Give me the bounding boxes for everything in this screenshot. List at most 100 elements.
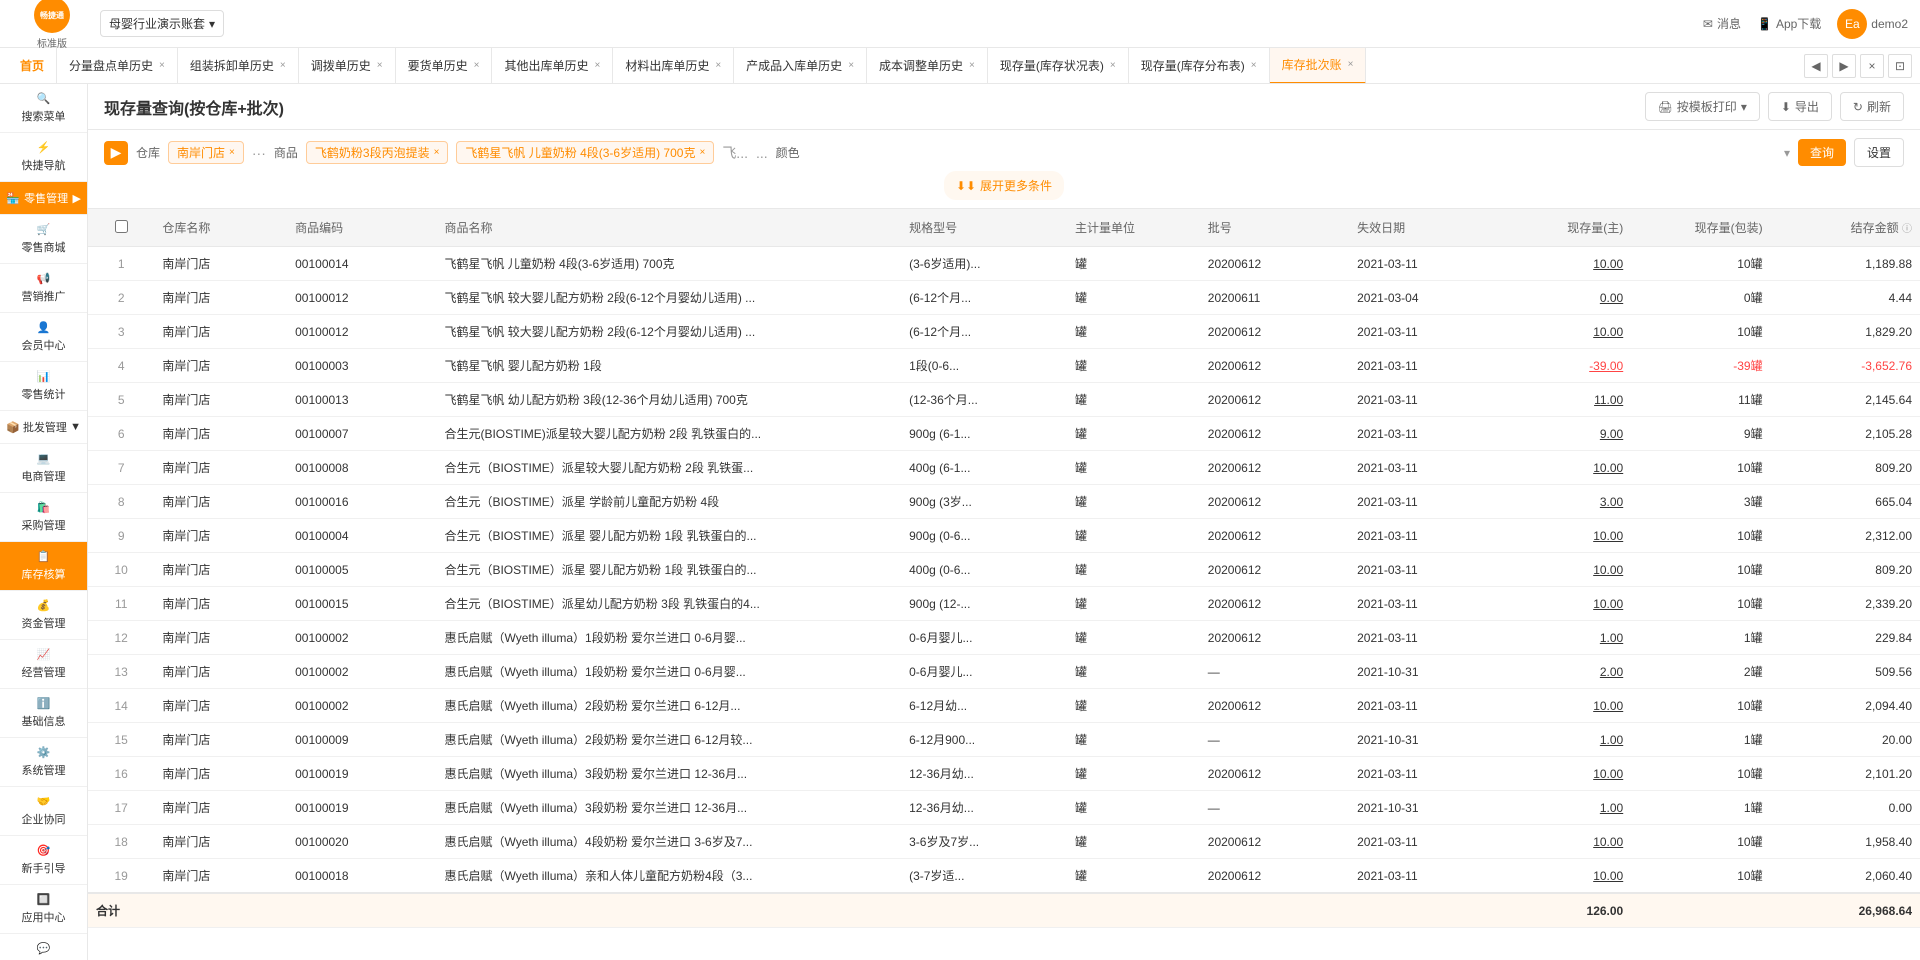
cell-batch: 20200612 [1200, 247, 1349, 281]
tab-yaohuo[interactable]: 要货单历史 × [396, 48, 493, 84]
filter-arrow-btn[interactable]: ▶ [104, 141, 128, 165]
sidebar-item-system[interactable]: ⚙️ 系统管理 [0, 738, 87, 787]
close-icon[interactable]: × [969, 60, 975, 71]
close-icon[interactable]: × [377, 60, 383, 71]
tab-fenliangpandian[interactable]: 分量盘点单历史 × [57, 48, 178, 84]
expand-label: 展开更多条件 [980, 177, 1052, 194]
finance-icon: 💰 [37, 599, 51, 612]
tab-cbtz[interactable]: 成本调整单历史 × [867, 48, 988, 84]
cell-code: 00100012 [287, 315, 436, 349]
sidebar-item-retail-stats[interactable]: 📊 零售统计 [0, 362, 87, 411]
sidebar-label: 营销推广 [22, 288, 66, 304]
cell-expire: 2021-03-11 [1349, 417, 1498, 451]
cell-warehouse: 南岸门店 [154, 281, 287, 315]
settings-label: 设置 [1867, 144, 1891, 161]
tab-zuzhuang[interactable]: 组装拆卸单历史 × [178, 48, 299, 84]
sidebar-item-quicknav[interactable]: ⚡ 快捷导航 [0, 133, 87, 182]
mall-icon: 🛒 [37, 223, 51, 236]
cell-expire: 2021-03-11 [1349, 383, 1498, 417]
sidebar-item-purchase[interactable]: 🛍️ 采购管理 [0, 493, 87, 542]
sidebar-item-mall[interactable]: 🛒 零售商城 [0, 215, 87, 264]
sidebar-item-inventory[interactable]: 📋 库存核算 [0, 542, 87, 591]
tab-diaob[interactable]: 调拨单历史 × [299, 48, 396, 84]
table-row: 17 南岸门店 00100019 惠氏启赋（Wyeth illuma）3段奶粉 … [88, 791, 1920, 825]
tab-close-btn[interactable]: × [1860, 54, 1884, 78]
export-btn[interactable]: ⬇ 导出 [1768, 92, 1832, 121]
tab-home[interactable]: 首页 [8, 48, 57, 84]
product-remove-1[interactable]: × [434, 147, 440, 158]
sidebar-item-management[interactable]: 📈 经营管理 [0, 640, 87, 689]
sidebar-item-wholesale[interactable]: 📦 批发管理 ▼ [0, 411, 87, 444]
tab-menu-btn[interactable]: ⊡ [1888, 54, 1912, 78]
select-all-checkbox[interactable] [115, 220, 128, 233]
tab-clck[interactable]: 材料出库单历史 × [613, 48, 734, 84]
logo-icon: 畅捷通 [34, 0, 70, 33]
close-icon[interactable]: × [848, 60, 854, 71]
tab-qtck[interactable]: 其他出库单历史 × [492, 48, 613, 84]
sidebar-item-guide[interactable]: 🎯 新手引导 [0, 836, 87, 885]
refresh-btn[interactable]: ↻ 刷新 [1840, 92, 1904, 121]
table-row: 2 南岸门店 00100012 飞鹤星飞帆 较大婴儿配方奶粉 2段(6-12个月… [88, 281, 1920, 315]
close-icon[interactable]: × [594, 60, 600, 71]
cell-stock-pkg: 2罐 [1631, 655, 1770, 689]
tab-prev-btn[interactable]: ◀ [1804, 54, 1828, 78]
cell-warehouse: 南岸门店 [154, 689, 287, 723]
sidebar-item-collab[interactable]: 🤝 企业协同 [0, 787, 87, 836]
close-icon[interactable]: × [715, 60, 721, 71]
cell-batch: 20200611 [1200, 281, 1349, 315]
info-icon[interactable]: ⓘ [1902, 224, 1912, 235]
cell-unit: 罐 [1067, 519, 1200, 553]
app-download-btn[interactable]: 📱 App下载 [1757, 15, 1821, 32]
product-tag-1[interactable]: 飞鹤奶粉3段丙泡提装 × [306, 141, 449, 164]
cell-balance: 1,189.88 [1771, 247, 1920, 281]
col-warehouse-header: 仓库名称 [154, 209, 287, 247]
cell-stock-pkg: 10罐 [1631, 859, 1770, 894]
close-icon[interactable]: × [1251, 60, 1257, 71]
warehouse-tag[interactable]: 南岸门店 × [168, 141, 244, 164]
message-btn[interactable]: ✉ 消息 [1703, 15, 1741, 32]
tab-kcpici[interactable]: 库存批次账 × [1270, 48, 1367, 84]
user-avatar-btn[interactable]: Ea demo2 [1837, 9, 1908, 39]
cell-code: 00100003 [287, 349, 436, 383]
close-icon[interactable]: × [474, 60, 480, 71]
tab-ccrk[interactable]: 产成品入库单历史 × [734, 48, 867, 84]
product-remove-2[interactable]: × [699, 147, 705, 158]
cell-expire: 2021-03-11 [1349, 859, 1498, 894]
table-row: 3 南岸门店 00100012 飞鹤星飞帆 较大婴儿配方奶粉 2段(6-12个月… [88, 315, 1920, 349]
sidebar-item-wechat[interactable]: 💬 企业微信 [0, 934, 87, 960]
sidebar-item-marketing[interactable]: 📢 营销推广 [0, 264, 87, 313]
sidebar-label: 新手引导 [22, 860, 66, 876]
sidebar-item-finance[interactable]: 💰 资金管理 [0, 591, 87, 640]
settings-btn[interactable]: 设置 [1854, 138, 1904, 167]
cell-warehouse: 南岸门店 [154, 417, 287, 451]
expand-btn[interactable]: ⬇⬇ 展开更多条件 [944, 171, 1064, 200]
quicknav-icon: ⚡ [37, 141, 51, 154]
tab-kczt[interactable]: 现存量(库存状况表) × [988, 48, 1129, 84]
sidebar-item-basic[interactable]: ℹ️ 基础信息 [0, 689, 87, 738]
query-btn[interactable]: 查询 [1798, 139, 1846, 166]
sidebar-item-member[interactable]: 👤 会员中心 [0, 313, 87, 362]
cell-balance: 665.04 [1771, 485, 1920, 519]
close-icon[interactable]: × [1348, 59, 1354, 70]
cell-stock-pkg: 10罐 [1631, 757, 1770, 791]
cell-stock-main: 9.00 [1498, 417, 1631, 451]
close-icon[interactable]: × [159, 60, 165, 71]
sidebar-item-retail[interactable]: 🏪 零售管理 ▶ [0, 182, 87, 215]
cell-expire: 2021-03-11 [1349, 621, 1498, 655]
tab-kcfb[interactable]: 现存量(库存分布表) × [1129, 48, 1270, 84]
sidebar-item-ecommerce[interactable]: 💻 电商管理 [0, 444, 87, 493]
company-name: 母婴行业演示账套 [109, 15, 205, 32]
export-label: 导出 [1795, 98, 1819, 115]
cell-stock-main: -39.00 [1498, 349, 1631, 383]
close-icon[interactable]: × [1110, 60, 1116, 71]
print-btn[interactable]: 🖨 按模板打印 ▾ [1645, 92, 1760, 121]
close-icon[interactable]: × [280, 60, 286, 71]
sidebar-item-appcenter[interactable]: 🔲 应用中心 [0, 885, 87, 934]
cell-spec: 900g (3岁... [901, 485, 1067, 519]
cell-stock-pkg: 1罐 [1631, 791, 1770, 825]
sidebar-item-search[interactable]: 🔍 搜索菜单 [0, 84, 87, 133]
warehouse-remove[interactable]: × [229, 147, 235, 158]
tab-next-btn[interactable]: ▶ [1832, 54, 1856, 78]
company-selector[interactable]: 母婴行业演示账套 ▾ [100, 10, 224, 37]
product-tag-2[interactable]: 飞鹤星飞帆 儿童奶粉 4段(3-6岁适用) 700克 × [456, 141, 714, 164]
